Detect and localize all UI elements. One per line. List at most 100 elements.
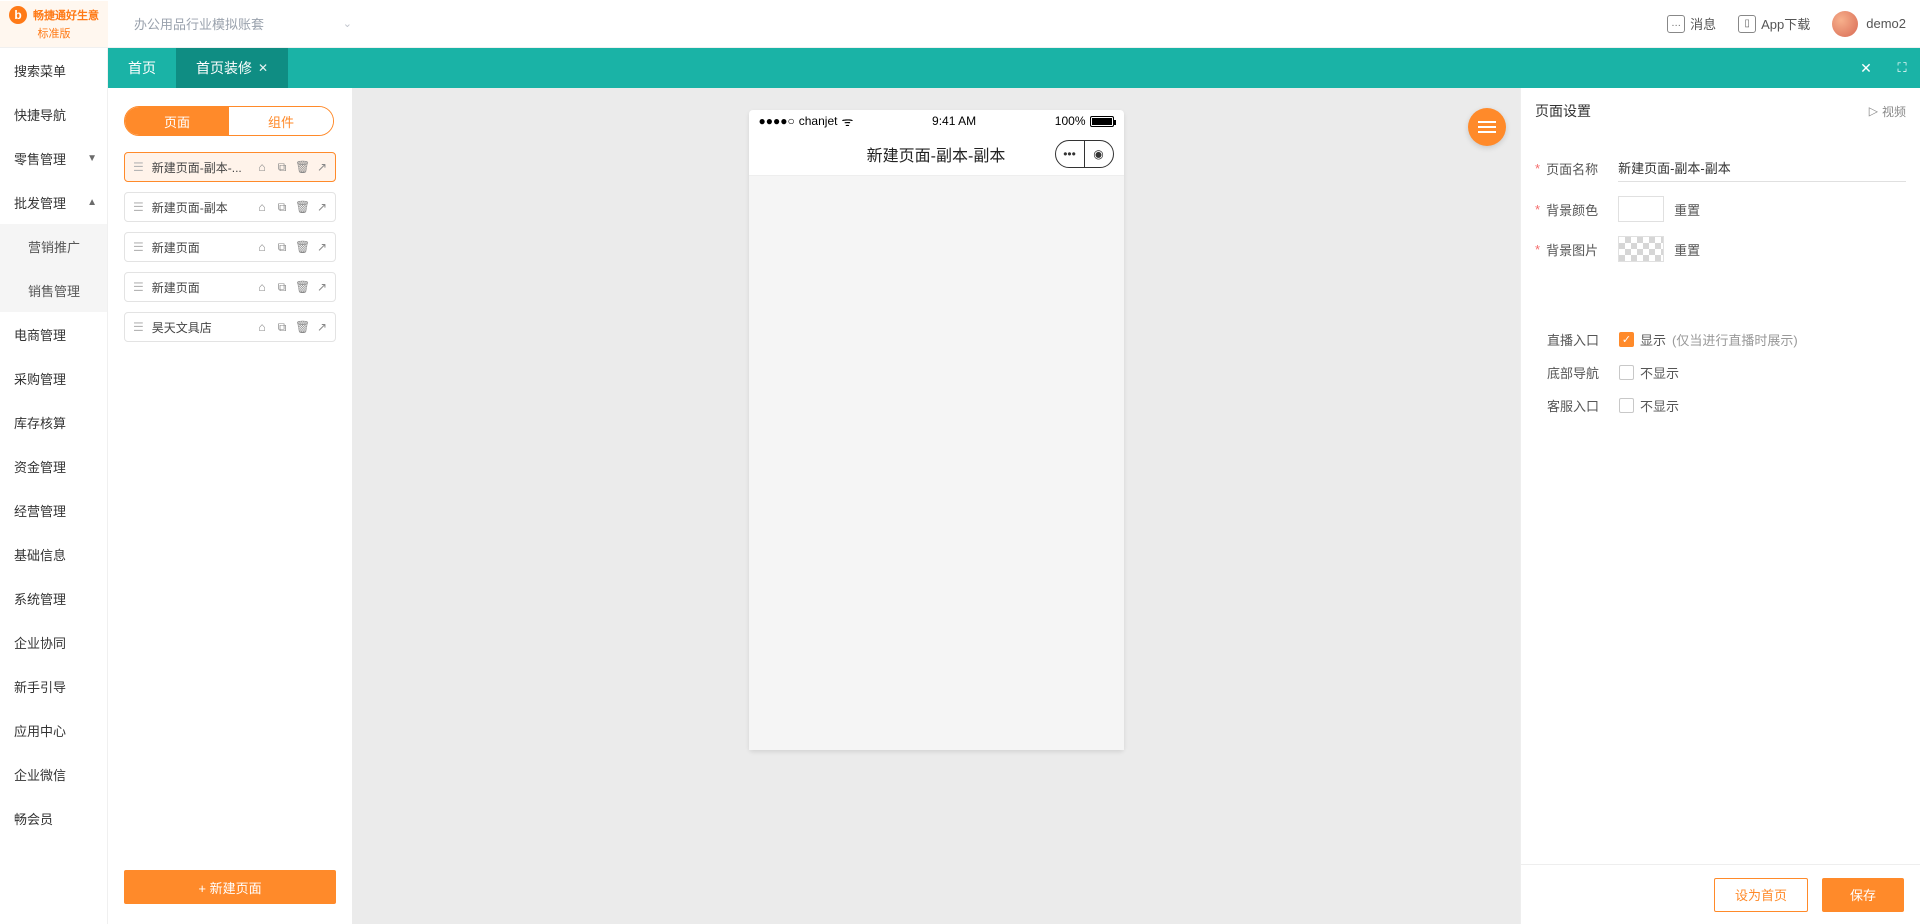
account-select-value: 办公用品行业模拟账套 bbox=[134, 14, 264, 33]
drag-icon[interactable]: ☰ bbox=[133, 280, 144, 294]
sidebar-item[interactable]: 零售管理▼ bbox=[0, 136, 107, 180]
sidebar-subitem[interactable]: 销售管理 bbox=[0, 268, 107, 312]
canvas-area: ●●●●○ chanjet ᯤ 9:41 AM 100% 新建页面-副本-副本 bbox=[352, 88, 1520, 924]
home-icon[interactable]: ⌂ bbox=[255, 280, 269, 295]
page-list-column: 页面 组件 ☰新建页面-副本-...⌂⧉🗑↗☰新建页面-副本⌂⧉🗑↗☰新建页面⌂… bbox=[108, 88, 352, 924]
chevron-icon: ▼ bbox=[87, 153, 97, 164]
page-list-item[interactable]: ☰ 昊天文具店 ⌂ ⧉ 🗑 ↗ bbox=[124, 312, 336, 342]
page-item-name: 昊天文具店 bbox=[152, 319, 247, 336]
sidebar-item[interactable]: 资金管理 bbox=[0, 444, 107, 488]
sidebar-item[interactable]: 系统管理 bbox=[0, 576, 107, 620]
brand-logo[interactable]: b 畅捷通好生意 标准版 bbox=[0, 1, 108, 47]
delete-icon[interactable]: 🗑 bbox=[295, 280, 309, 295]
home-icon[interactable]: ⌂ bbox=[255, 200, 269, 215]
home-icon[interactable]: ⌂ bbox=[255, 320, 269, 335]
user-menu[interactable]: demo2 bbox=[1832, 11, 1906, 37]
required-mark: * bbox=[1535, 202, 1540, 217]
tab-home-label: 首页 bbox=[128, 58, 156, 78]
share-icon[interactable]: ↗ bbox=[315, 240, 329, 255]
sidebar-item[interactable]: 企业协同 bbox=[0, 620, 107, 664]
fullscreen-button[interactable]: ⛶ bbox=[1884, 60, 1920, 76]
capsule-close-icon[interactable]: ◉ bbox=[1084, 140, 1114, 168]
home-icon[interactable]: ⌂ bbox=[255, 240, 269, 255]
sidebar-item[interactable]: 基础信息 bbox=[0, 532, 107, 576]
field-page-name: * 页面名称 bbox=[1535, 154, 1906, 182]
bg-color-reset[interactable]: 重置 bbox=[1674, 200, 1700, 219]
delete-icon[interactable]: 🗑 bbox=[295, 240, 309, 255]
sidebar-item[interactable]: 新手引导 bbox=[0, 664, 107, 708]
bg-color-label: 背景颜色 bbox=[1546, 200, 1618, 219]
bg-image-label: 背景图片 bbox=[1546, 240, 1618, 259]
settings-panel: 页面设置 ▷ 视频 * 页面名称 * 背景颜色 bbox=[1520, 88, 1920, 924]
miniapp-body[interactable] bbox=[749, 176, 1124, 750]
sidebar-item[interactable]: 搜索菜单 bbox=[0, 48, 107, 92]
page-list-item[interactable]: ☰新建页面-副本-...⌂⧉🗑↗ bbox=[124, 152, 336, 182]
share-icon[interactable]: ↗ bbox=[315, 320, 329, 335]
copy-icon[interactable]: ⧉ bbox=[275, 320, 289, 335]
bg-image-reset[interactable]: 重置 bbox=[1674, 240, 1700, 259]
components-drawer-button[interactable] bbox=[1468, 108, 1506, 146]
sidebar-item[interactable]: 应用中心 bbox=[0, 708, 107, 752]
close-icon[interactable]: ✕ bbox=[258, 61, 268, 75]
close-all-button[interactable]: ✕ bbox=[1848, 60, 1884, 77]
sidebar-item[interactable]: 采购管理 bbox=[0, 356, 107, 400]
sidebar-item[interactable]: 批发管理▲ bbox=[0, 180, 107, 224]
sidebar-item[interactable]: 快捷导航 bbox=[0, 92, 107, 136]
save-button[interactable]: 保存 bbox=[1822, 878, 1904, 912]
tabstrip-tools: ✕ ⛶ bbox=[1848, 48, 1920, 88]
logo-icon: b bbox=[9, 6, 27, 24]
segment-component[interactable]: 组件 bbox=[229, 107, 333, 135]
tab-home[interactable]: 首页 bbox=[108, 48, 176, 88]
sidebar-item[interactable]: 畅会员 bbox=[0, 796, 107, 840]
video-help-link[interactable]: ▷ 视频 bbox=[1869, 103, 1906, 120]
home-icon[interactable]: ⌂ bbox=[255, 160, 269, 175]
tab-decorate[interactable]: 首页装修 ✕ bbox=[176, 48, 288, 88]
copy-icon[interactable]: ⧉ bbox=[275, 280, 289, 295]
delete-icon[interactable]: 🗑 bbox=[295, 200, 309, 215]
delete-icon[interactable]: 🗑 bbox=[295, 320, 309, 335]
page-list-item[interactable]: ☰新建页面⌂⧉🗑↗ bbox=[124, 232, 336, 262]
messages-button[interactable]: … 消息 bbox=[1667, 14, 1716, 33]
chevron-icon: ▲ bbox=[87, 197, 97, 208]
share-icon[interactable]: ↗ bbox=[315, 200, 329, 215]
drag-icon[interactable]: ☰ bbox=[133, 240, 144, 254]
set-home-button[interactable]: 设为首页 bbox=[1714, 878, 1808, 912]
sidebar-item[interactable]: 电商管理 bbox=[0, 312, 107, 356]
copy-icon[interactable]: ⧉ bbox=[275, 240, 289, 255]
page-list-item[interactable]: ☰新建页面-副本⌂⧉🗑↗ bbox=[124, 192, 336, 222]
bg-image-swatch[interactable] bbox=[1618, 236, 1664, 262]
battery-pct: 100% bbox=[1055, 114, 1086, 128]
new-page-button[interactable]: + 新建页面 bbox=[124, 870, 336, 904]
drag-icon[interactable]: ☰ bbox=[133, 200, 144, 214]
sidebar-item[interactable]: 库存核算 bbox=[0, 400, 107, 444]
copy-icon[interactable]: ⧉ bbox=[275, 160, 289, 175]
sidebar-subitem[interactable]: 营销推广 bbox=[0, 224, 107, 268]
drag-icon[interactable]: ☰ bbox=[133, 160, 144, 174]
live-entry-note: (仅当进行直播时展示) bbox=[1672, 330, 1798, 349]
sidebar-item[interactable]: 经营管理 bbox=[0, 488, 107, 532]
settings-footer: 设为首页 保存 bbox=[1521, 864, 1920, 924]
menu-icon bbox=[1478, 126, 1496, 128]
sidebar: 搜索菜单快捷导航零售管理▼批发管理▲营销推广销售管理电商管理采购管理库存核算资金… bbox=[0, 48, 108, 924]
miniapp-capsule[interactable]: ••• ◉ bbox=[1055, 140, 1114, 168]
account-select[interactable]: 办公用品行业模拟账套 ⌄ bbox=[128, 10, 358, 37]
drag-icon[interactable]: ☰ bbox=[133, 320, 144, 334]
page-list-item[interactable]: ☰ 新建页面 ⌂ ⧉ 🗑 ↗ bbox=[124, 272, 336, 302]
sidebar-item[interactable]: 企业微信 bbox=[0, 752, 107, 796]
copy-icon[interactable]: ⧉ bbox=[275, 200, 289, 215]
segment-page[interactable]: 页面 bbox=[125, 107, 229, 135]
page-name-input[interactable] bbox=[1618, 154, 1906, 182]
service-entry-checkbox[interactable] bbox=[1619, 398, 1634, 413]
message-icon: … bbox=[1667, 15, 1685, 33]
delete-icon[interactable]: 🗑 bbox=[295, 160, 309, 175]
share-icon[interactable]: ↗ bbox=[315, 160, 329, 175]
miniapp-title: 新建页面-副本-副本 bbox=[867, 142, 1006, 166]
capsule-more-icon[interactable]: ••• bbox=[1055, 140, 1085, 168]
page-item-name: 新建页面 bbox=[152, 279, 247, 296]
bottom-nav-checkbox[interactable] bbox=[1619, 365, 1634, 380]
live-entry-checkbox[interactable]: ✓ bbox=[1619, 332, 1634, 347]
app-download-button[interactable]: ▯ App下载 bbox=[1738, 14, 1810, 33]
bg-color-swatch[interactable] bbox=[1618, 196, 1664, 222]
share-icon[interactable]: ↗ bbox=[315, 280, 329, 295]
page-item-actions: ⌂ ⧉ 🗑 ↗ bbox=[255, 320, 329, 335]
